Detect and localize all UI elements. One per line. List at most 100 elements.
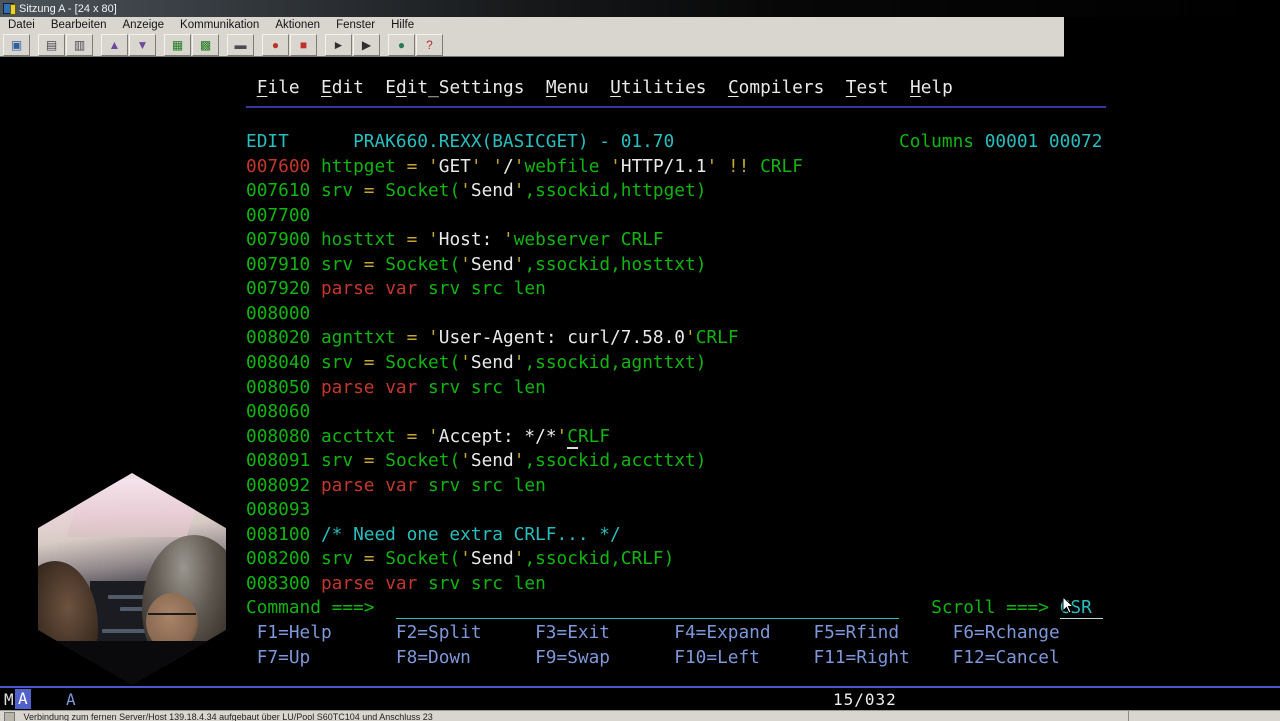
menu-file[interactable]: F bbox=[257, 77, 268, 98]
toolbar-globe-icon[interactable]: ● bbox=[388, 33, 415, 56]
fkey-f1[interactable]: F1=Help bbox=[257, 622, 332, 643]
editor-line-007610-text: srv bbox=[320, 180, 354, 202]
fkey-f7[interactable]: F7=Up bbox=[257, 647, 311, 668]
menu-compilers[interactable]: C bbox=[728, 77, 739, 98]
menu-kommunikation[interactable]: Kommunikation bbox=[172, 18, 267, 32]
editor-line-008200: 008200 srv = Socket('Send',ssockid,CRLF) bbox=[246, 547, 1116, 572]
editor-line-008091-text: Send bbox=[470, 450, 514, 472]
toolbar-stop-macro-icon[interactable]: ■ bbox=[290, 33, 317, 56]
editor-line-007600-text: httpget bbox=[320, 155, 396, 177]
menu-compilers[interactable]: ompilers bbox=[739, 77, 825, 98]
toolbar-record-macro-icon[interactable]: ● bbox=[262, 33, 289, 56]
app-icon bbox=[3, 3, 16, 15]
menu-edit-settings[interactable]: d bbox=[396, 77, 407, 98]
toolbar-color-setup-icon[interactable]: ▩ bbox=[192, 33, 219, 56]
menu-edit-settings[interactable]: it_Settings bbox=[407, 77, 525, 98]
toolbar-display-setup-icon[interactable]: ▦ bbox=[164, 33, 191, 56]
menu-utilities[interactable]: U bbox=[610, 77, 621, 98]
editor-line-008020-text: agnttxt bbox=[320, 327, 396, 349]
editor-line-008060: 008060 bbox=[246, 400, 1116, 425]
editor-line-007920: 007920 parse var srv src len bbox=[246, 277, 1116, 302]
fkey-f4[interactable]: F4=Expand bbox=[674, 622, 770, 643]
editor-line-008200-text: 008200 bbox=[246, 548, 311, 570]
menu-aktionen[interactable]: Aktionen bbox=[267, 18, 328, 32]
toolbar-send-file-icon[interactable]: ▲ bbox=[101, 33, 128, 56]
menu-edit-settings[interactable]: E bbox=[385, 77, 396, 98]
editor-line-008300-text: srv src len bbox=[428, 572, 546, 594]
menu-test[interactable]: T bbox=[846, 77, 857, 98]
editor-line-008091-text: ' bbox=[513, 450, 525, 472]
menu-menu[interactable]: enu bbox=[557, 77, 589, 98]
edit-header-text: PRAK660.REXX(BASICGET) - 01.70 bbox=[353, 131, 675, 153]
editor-line-008000: 008000 bbox=[246, 302, 1116, 327]
editor-line-008200-text: Send bbox=[470, 548, 514, 570]
fkey-f2[interactable]: F2=Split bbox=[396, 622, 482, 643]
menu-anzeige[interactable]: Anzeige bbox=[114, 18, 172, 32]
menu-bearbeiten[interactable]: Bearbeiten bbox=[43, 18, 115, 32]
menu-test[interactable]: est bbox=[856, 77, 888, 98]
toolbar-play-macro-icon[interactable]: ► bbox=[325, 33, 352, 56]
toolbar-paste-icon[interactable]: ▥ bbox=[66, 33, 93, 56]
menu-help[interactable]: elp bbox=[921, 77, 953, 98]
menu-file[interactable]: ile bbox=[267, 77, 299, 98]
menu-help[interactable]: H bbox=[910, 77, 921, 98]
toolbar-help-icon[interactable]: ? bbox=[416, 33, 443, 56]
toolbar-keyboard-setup-icon[interactable]: ▬ bbox=[227, 33, 254, 56]
fkey-f6[interactable]: F6=Rchange bbox=[953, 622, 1060, 643]
fkey-f8[interactable]: F8=Down bbox=[396, 647, 471, 668]
editor-line-007600-text: ' bbox=[610, 155, 621, 177]
editor-line-008093: 008093 bbox=[246, 498, 1116, 523]
editor-line-008060-text: 008060 bbox=[246, 401, 311, 423]
menu-utilities[interactable]: tilities bbox=[621, 77, 707, 98]
editor-line-008080-text: = bbox=[406, 425, 418, 447]
toolbar-copy-icon[interactable]: ▤ bbox=[38, 33, 65, 56]
fkey-f5[interactable]: F5=Rfind bbox=[813, 622, 899, 643]
fkey-f9[interactable]: F9=Swap bbox=[535, 647, 610, 668]
fkey-f11[interactable]: F11=Right bbox=[813, 647, 909, 668]
edit-header-text: 00001 00072 bbox=[984, 131, 1103, 153]
toolbar-session-icon[interactable]: ▣ bbox=[3, 33, 30, 56]
editor-line-008050-text: parse bbox=[320, 376, 375, 398]
editor-line-008092: 008092 parse var srv src len bbox=[246, 474, 1116, 499]
menu-datei[interactable]: Datei bbox=[0, 18, 43, 32]
menu-edit[interactable]: E bbox=[321, 77, 332, 98]
toolbar-group-gap bbox=[318, 35, 325, 55]
toolbar-receive-file-icon[interactable]: ▼ bbox=[129, 33, 156, 56]
toolbar-step-macro-icon[interactable]: ▶ bbox=[353, 33, 380, 56]
editor-line-007700-text: 007700 bbox=[246, 204, 311, 226]
command-line: Command ===> Scroll ===> CSR bbox=[246, 596, 1116, 621]
scroll-mode-field[interactable] bbox=[1091, 597, 1103, 620]
menu-hilfe[interactable]: Hilfe bbox=[383, 18, 422, 32]
terminal-screen: File Edit Edit_Settings Menu Utilities C… bbox=[246, 76, 1116, 670]
command-input[interactable] bbox=[395, 597, 900, 620]
menu-menu[interactable]: M bbox=[546, 77, 557, 98]
oia-attention-indicator: A bbox=[15, 689, 31, 709]
menu-fenster[interactable]: Fenster bbox=[328, 18, 383, 32]
fkey-f10[interactable]: F10=Left bbox=[674, 647, 760, 668]
fkey-f12[interactable]: F12=Cancel bbox=[953, 647, 1060, 668]
editor-line-008100-text: 008100 bbox=[246, 523, 311, 545]
fkey-f3[interactable]: F3=Exit bbox=[535, 622, 610, 643]
action-bar: File Edit Edit_Settings Menu Utilities C… bbox=[246, 76, 1116, 101]
menu-edit[interactable]: dit bbox=[332, 77, 364, 98]
